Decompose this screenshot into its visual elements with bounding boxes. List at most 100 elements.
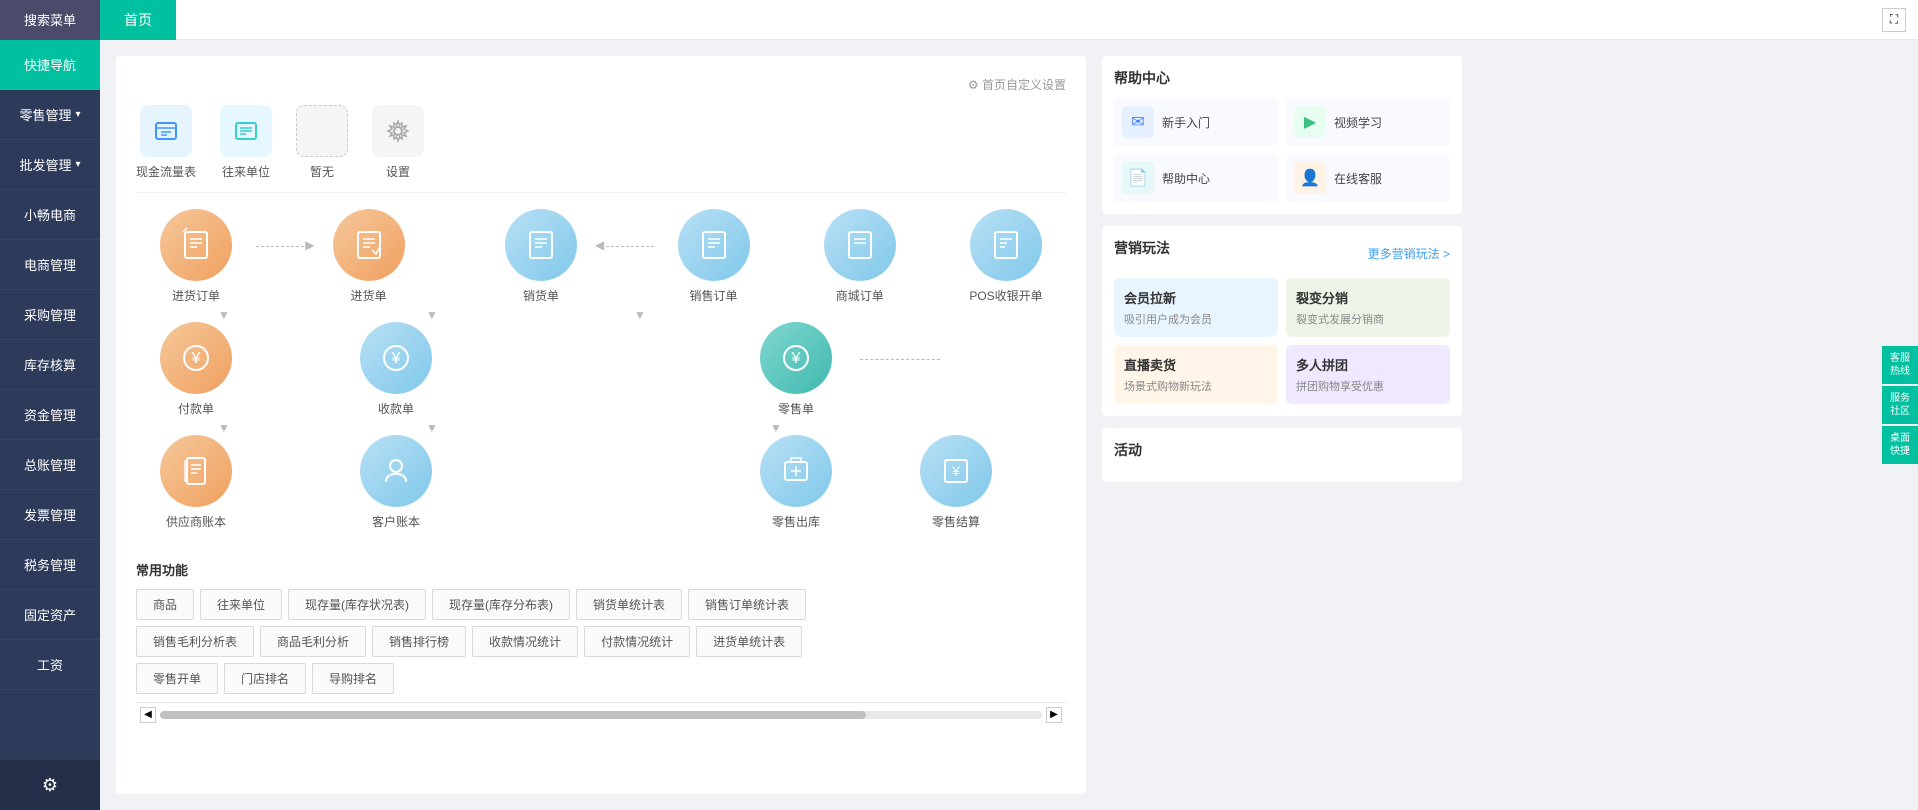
flow-node-retail-order[interactable]: ¥ 零售单 xyxy=(736,322,856,417)
sidebar-item-ledger[interactable]: 总账管理 xyxy=(0,440,100,490)
flow-node-sales-order[interactable]: 销售订单 xyxy=(654,209,774,304)
btn-payment-stats[interactable]: 付款情况统计 xyxy=(584,626,690,657)
scroll-left-button[interactable]: ◀ xyxy=(140,707,156,723)
qa-contacts[interactable]: 往来单位 xyxy=(220,105,272,180)
flow-node-customer-ledger[interactable]: 客户账本 xyxy=(336,435,456,530)
flow-node-mall-order[interactable]: 商城订单 xyxy=(800,209,920,304)
help-center-section: 帮助中心 ✉ 新手入门 ▶ 视频学习 📄 帮助中心 👤 xyxy=(1102,56,1462,214)
float-btn-community[interactable]: 服务社区 xyxy=(1882,386,1918,424)
qa-none[interactable]: 暂无 xyxy=(296,105,348,180)
flow-node-receipt[interactable]: ¥ 收款单 xyxy=(336,322,456,417)
mkt-item-live[interactable]: 直播卖货 场景式购物新玩法 xyxy=(1114,345,1278,404)
sidebar-item-ecommerce-small[interactable]: 小畅电商 xyxy=(0,190,100,240)
sidebar-item-wholesale[interactable]: 批发管理 ▾ xyxy=(0,140,100,190)
sales-icon xyxy=(505,209,577,281)
float-buttons: 客服热线 服务社区 桌面快捷 xyxy=(1882,346,1918,464)
btn-inventory-status[interactable]: 现存量(库存状况表) xyxy=(288,589,426,620)
btn-sales-margin[interactable]: 销售毛利分析表 xyxy=(136,626,254,657)
sidebar-item-purchase[interactable]: 采购管理 xyxy=(0,290,100,340)
purchase-order-icon xyxy=(160,209,232,281)
btn-receipt-stats[interactable]: 收款情况统计 xyxy=(472,626,578,657)
scroll-right-button[interactable]: ▶ xyxy=(1046,707,1062,723)
btn-contacts[interactable]: 往来单位 xyxy=(200,589,282,620)
home-tab[interactable]: 首页 xyxy=(100,0,176,40)
arrow-l1: ◀ xyxy=(601,246,654,247)
flow-label-retail-order: 零售单 xyxy=(778,400,814,417)
marketing-header: 营销玩法 更多营销玩法 > xyxy=(1114,238,1450,268)
flow-node-sales[interactable]: 销货单 xyxy=(481,209,601,304)
flow-node-purchase[interactable]: 进货单 xyxy=(309,209,429,304)
help-item-helpcenter[interactable]: 📄 帮助中心 xyxy=(1114,154,1278,202)
flow-label-purchase-order: 进货订单 xyxy=(172,287,220,304)
btn-store-rank[interactable]: 门店排名 xyxy=(224,663,306,694)
qa-settings[interactable]: 设置 xyxy=(372,105,424,180)
mkt-item-fission[interactable]: 裂变分销 裂变式发展分销商 xyxy=(1286,278,1450,337)
flow-label-retail-settle: 零售结算 xyxy=(932,513,980,530)
sidebar-label-fixed-assets: 固定资产 xyxy=(24,605,76,624)
help-item-online[interactable]: 👤 在线客服 xyxy=(1286,154,1450,202)
sidebar-label-quicknav: 快捷导航 xyxy=(24,55,76,74)
btn-inventory-dist[interactable]: 现存量(库存分布表) xyxy=(432,589,570,620)
flow-node-supplier-ledger[interactable]: 供应商账本 xyxy=(136,435,256,530)
btn-goods[interactable]: 商品 xyxy=(136,589,194,620)
help-label-video: 视频学习 xyxy=(1334,114,1382,131)
arrow-pos-retail xyxy=(860,359,940,360)
btn-sales-rank[interactable]: 销售排行榜 xyxy=(372,626,466,657)
spacer-da1 xyxy=(256,308,400,322)
sidebar-bottom: ⚙ xyxy=(0,760,100,810)
cashflow-icon xyxy=(140,105,192,157)
sidebar-item-salary[interactable]: 工资 xyxy=(0,640,100,690)
help-grid: ✉ 新手入门 ▶ 视频学习 📄 帮助中心 👤 在线客服 xyxy=(1114,98,1450,202)
mkt-item-group[interactable]: 多人拼团 拼团购物享受优惠 xyxy=(1286,345,1450,404)
flow-label-supplier-ledger: 供应商账本 xyxy=(166,513,226,530)
help-item-video[interactable]: ▶ 视频学习 xyxy=(1286,98,1450,146)
more-marketing-link[interactable]: 更多营销玩法 > xyxy=(1368,245,1450,262)
scroll-track[interactable] xyxy=(160,711,1042,719)
flow-node-retail-out[interactable]: 零售出库 xyxy=(736,435,856,530)
flow-row-2: ¥ 付款单 ¥ 收款单 xyxy=(136,322,1066,417)
btn-salesorder-stats[interactable]: 销售订单统计表 xyxy=(688,589,806,620)
sidebar-item-ecommerce[interactable]: 电商管理 xyxy=(0,240,100,290)
qa-cashflow[interactable]: 现金流量表 xyxy=(136,105,196,180)
marketing-grid: 会员拉新 吸引用户成为会员 裂变分销 裂变式发展分销商 直播卖货 场景式购物新玩… xyxy=(1114,278,1450,404)
btn-purchase-stats[interactable]: 进货单统计表 xyxy=(696,626,802,657)
mkt-sub-member: 吸引用户成为会员 xyxy=(1124,311,1268,327)
sales-order-icon xyxy=(678,209,750,281)
sidebar-item-tax[interactable]: 税务管理 xyxy=(0,540,100,590)
customize-settings-link[interactable]: ⚙ 首页自定义设置 xyxy=(968,76,1066,93)
float-btn-service[interactable]: 客服热线 xyxy=(1882,346,1918,384)
search-menu-button[interactable]: 搜索菜单 xyxy=(0,0,100,40)
sidebar-item-finance[interactable]: 资金管理 xyxy=(0,390,100,440)
btn-retail-order[interactable]: 零售开单 xyxy=(136,663,218,694)
flow-node-retail-settle[interactable]: ¥ 零售结算 xyxy=(896,435,1016,530)
none-icon xyxy=(296,105,348,157)
flow-node-pos[interactable]: POS收银开单 xyxy=(946,209,1066,304)
sidebar-item-retail[interactable]: 零售管理 ▾ xyxy=(0,90,100,140)
sidebar-item-invoice[interactable]: 发票管理 xyxy=(0,490,100,540)
marketing-title: 营销玩法 xyxy=(1114,238,1170,258)
sidebar-label-finance: 资金管理 xyxy=(24,405,76,424)
float-btn-desktop[interactable]: 桌面快捷 xyxy=(1882,426,1918,464)
help-item-beginner[interactable]: ✉ 新手入门 xyxy=(1114,98,1278,146)
btn-goods-margin[interactable]: 商品毛利分析 xyxy=(260,626,366,657)
flow-node-purchase-order[interactable]: 进货订单 xyxy=(136,209,256,304)
sidebar-settings-button[interactable]: ⚙ xyxy=(0,760,100,810)
down-arrow-mall: ▼ xyxy=(608,308,672,322)
quick-nav-panel: ⚙ 首页自定义设置 现金流量表 往来单位 xyxy=(116,56,1086,794)
sidebar-item-quicknav[interactable]: 快捷导航 xyxy=(0,40,100,90)
beginner-icon: ✉ xyxy=(1122,106,1154,138)
flow-node-payment[interactable]: ¥ 付款单 xyxy=(136,322,256,417)
mkt-title-live: 直播卖货 xyxy=(1124,355,1268,374)
sidebar-item-inventory[interactable]: 库存核算 xyxy=(0,340,100,390)
btn-guide-rank[interactable]: 导购排名 xyxy=(312,663,394,694)
activity-section: 活动 xyxy=(1102,428,1462,482)
mkt-item-member[interactable]: 会员拉新 吸引用户成为会员 xyxy=(1114,278,1278,337)
sidebar-item-fixed-assets[interactable]: 固定资产 xyxy=(0,590,100,640)
btn-sales-stats[interactable]: 销货单统计表 xyxy=(576,589,682,620)
fullscreen-button[interactable]: ⛶ xyxy=(1882,8,1906,32)
mkt-sub-fission: 裂变式发展分销商 xyxy=(1296,311,1440,327)
common-row-2: 销售毛利分析表 商品毛利分析 销售排行榜 收款情况统计 付款情况统计 进货单统计… xyxy=(136,626,1066,657)
sidebar-label-ledger: 总账管理 xyxy=(24,455,76,474)
common-functions-title: 常用功能 xyxy=(136,560,1066,579)
retail-out-icon xyxy=(760,435,832,507)
